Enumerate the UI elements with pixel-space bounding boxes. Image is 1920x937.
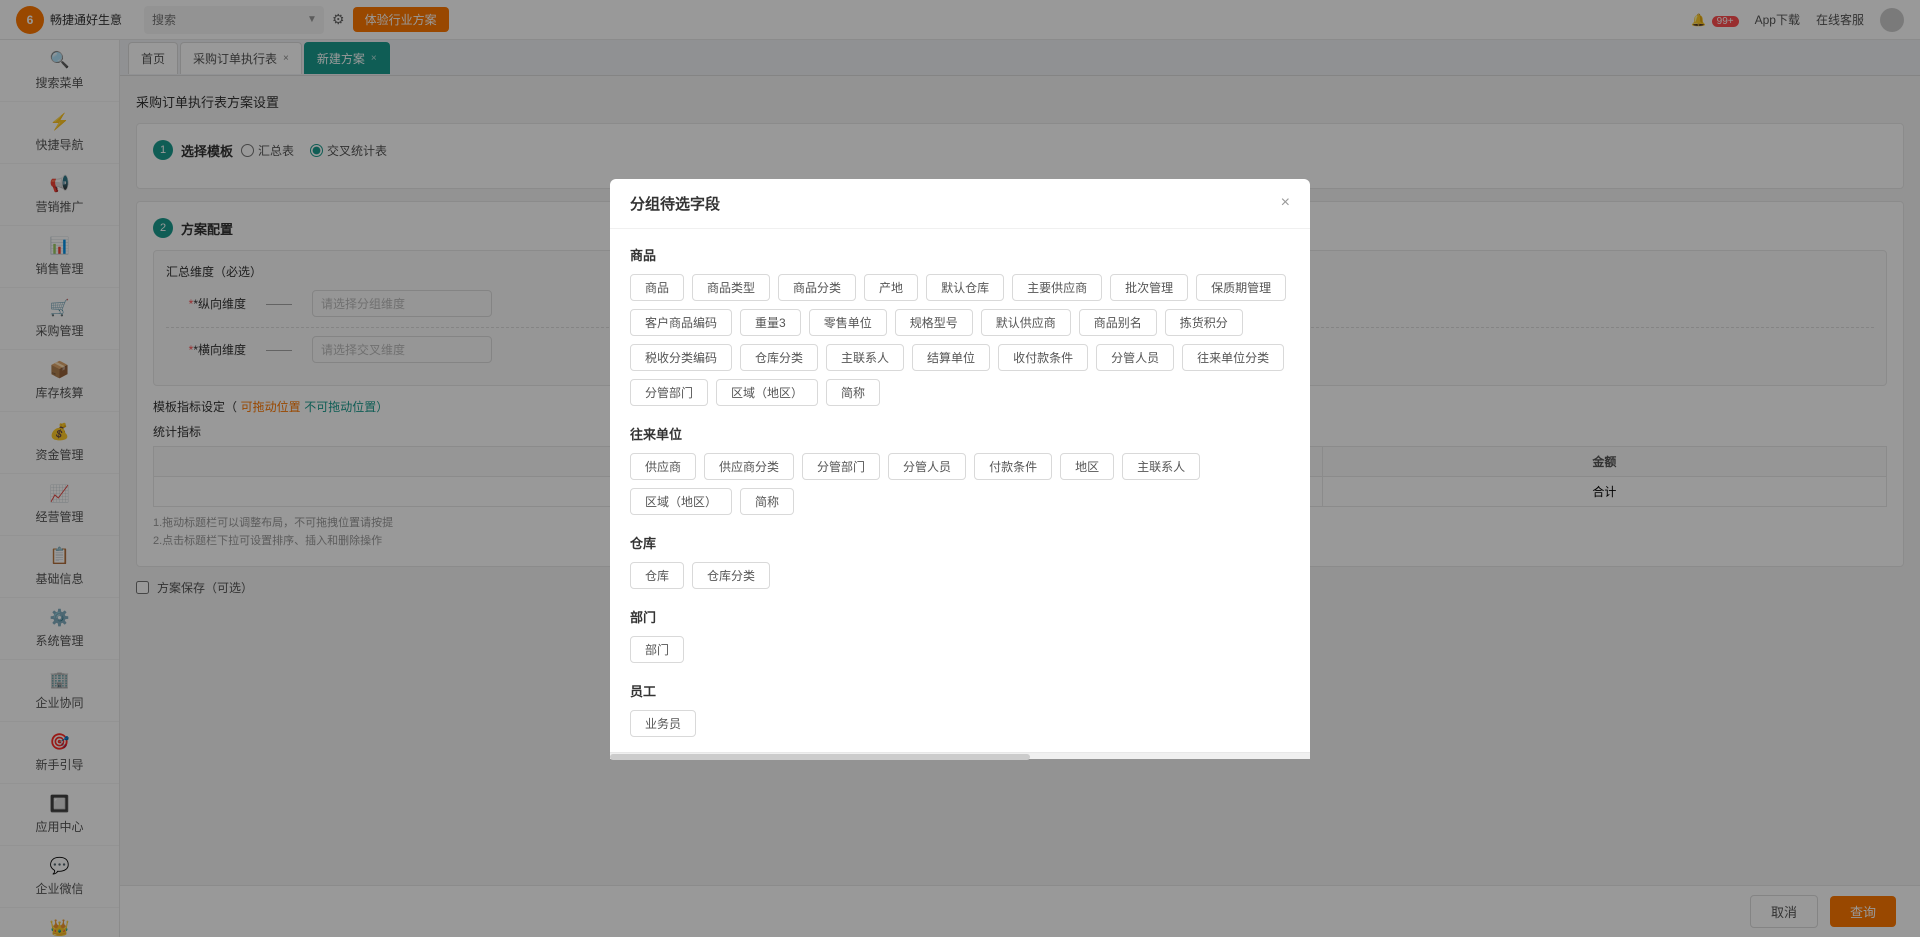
field-group-title: 员工: [630, 681, 1290, 700]
field-tag[interactable]: 分管部门: [630, 379, 708, 406]
modal-overlay[interactable]: 分组待选字段 × 商品商品商品类型商品分类产地默认仓库主要供应商批次管理保质期管…: [0, 0, 1920, 937]
field-group-商品: 商品商品商品类型商品分类产地默认仓库主要供应商批次管理保质期管理客户商品编码重量…: [630, 245, 1290, 406]
field-group-员工: 员工业务员: [630, 681, 1290, 737]
field-tag[interactable]: 收付款条件: [998, 344, 1088, 371]
field-group-往来单位: 往来单位供应商供应商分类分管部门分管人员付款条件地区主联系人区域（地区） 简称: [630, 424, 1290, 515]
field-tag[interactable]: 产地: [864, 274, 918, 301]
field-tag[interactable]: 业务员: [630, 710, 696, 737]
field-tag[interactable]: 付款条件: [974, 453, 1052, 480]
field-tag[interactable]: 分管部门: [802, 453, 880, 480]
field-tag[interactable]: 简称: [826, 379, 880, 406]
field-tag[interactable]: 重量3: [740, 309, 801, 336]
field-tag[interactable]: 主联系人: [826, 344, 904, 371]
field-tag[interactable]: 商品别名: [1079, 309, 1157, 336]
modal-header: 分组待选字段 ×: [610, 179, 1310, 229]
field-tag[interactable]: 规格型号: [895, 309, 973, 336]
field-tag[interactable]: 仓库分类: [740, 344, 818, 371]
field-tag[interactable]: 区域（地区）: [716, 379, 818, 406]
field-tag[interactable]: 仓库分类: [692, 562, 770, 589]
modal-scrollbar[interactable]: [610, 752, 1310, 759]
field-tag[interactable]: 商品分类: [778, 274, 856, 301]
field-tag[interactable]: 供应商: [630, 453, 696, 480]
field-tag[interactable]: 商品类型: [692, 274, 770, 301]
field-tag[interactable]: 结算单位: [912, 344, 990, 371]
field-group-title: 部门: [630, 607, 1290, 626]
field-group-title: 商品: [630, 245, 1290, 264]
field-tag[interactable]: 主联系人: [1122, 453, 1200, 480]
modal-body: 商品商品商品类型商品分类产地默认仓库主要供应商批次管理保质期管理客户商品编码重量…: [610, 229, 1310, 752]
field-tag[interactable]: 主要供应商: [1012, 274, 1102, 301]
field-tags: 商品商品类型商品分类产地默认仓库主要供应商批次管理保质期管理客户商品编码重量3 零…: [630, 274, 1290, 406]
field-tag[interactable]: 分管人员: [888, 453, 966, 480]
modal-close-button[interactable]: ×: [1281, 194, 1290, 212]
field-tag[interactable]: 拣货积分: [1165, 309, 1243, 336]
field-tag[interactable]: 商品: [630, 274, 684, 301]
field-tag[interactable]: 往来单位分类: [1182, 344, 1284, 371]
field-tags: 仓库仓库分类: [630, 562, 1290, 589]
field-tag[interactable]: 批次管理: [1110, 274, 1188, 301]
field-tag[interactable]: 区域（地区）: [630, 488, 732, 515]
field-tag[interactable]: 仓库: [630, 562, 684, 589]
field-tag[interactable]: 地区: [1060, 453, 1114, 480]
field-group-部门: 部门部门: [630, 607, 1290, 663]
field-tags: 部门: [630, 636, 1290, 663]
field-tag[interactable]: 部门: [630, 636, 684, 663]
field-group-title: 往来单位: [630, 424, 1290, 443]
field-tag[interactable]: 零售单位: [809, 309, 887, 336]
field-group-仓库: 仓库仓库仓库分类: [630, 533, 1290, 589]
field-tags: 供应商供应商分类分管部门分管人员付款条件地区主联系人区域（地区） 简称: [630, 453, 1290, 515]
modal-scrollbar-thumb: [610, 754, 1030, 760]
field-tag[interactable]: 默认仓库: [926, 274, 1004, 301]
field-tag[interactable]: 默认供应商: [981, 309, 1071, 336]
field-tag[interactable]: 税收分类编码: [630, 344, 732, 371]
modal-title: 分组待选字段: [630, 193, 720, 214]
field-group-title: 仓库: [630, 533, 1290, 552]
field-tag[interactable]: 客户商品编码: [630, 309, 732, 336]
field-tags: 业务员: [630, 710, 1290, 737]
field-tag[interactable]: 供应商分类: [704, 453, 794, 480]
field-tag[interactable]: 保质期管理: [1196, 274, 1286, 301]
field-tag[interactable]: 分管人员: [1096, 344, 1174, 371]
field-tag[interactable]: 简称: [740, 488, 794, 515]
modal: 分组待选字段 × 商品商品商品类型商品分类产地默认仓库主要供应商批次管理保质期管…: [610, 179, 1310, 759]
